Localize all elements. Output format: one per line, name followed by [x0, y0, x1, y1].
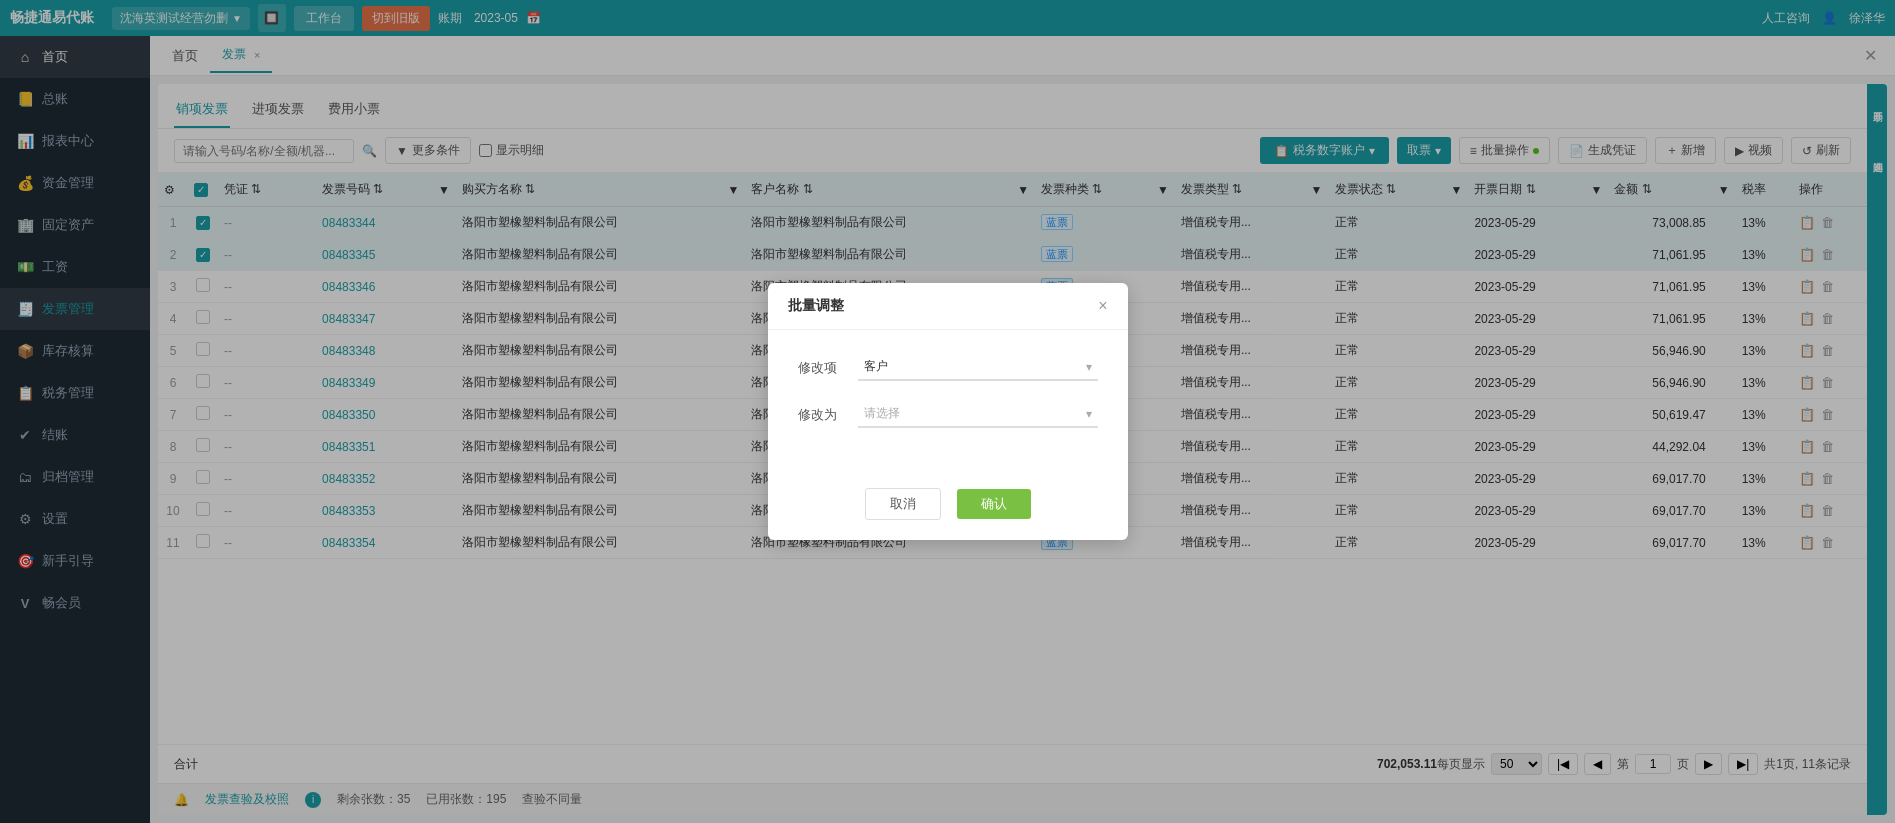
form-row-modify-to: 修改为 请选择 ▾ [798, 401, 1098, 428]
form-row-modify-field: 修改项 客户 ▾ [798, 354, 1098, 381]
batch-adjust-modal: 批量调整 × 修改项 客户 ▾ 修改为 请选择 ▾ [768, 283, 1128, 540]
modify-field-label: 修改项 [798, 359, 858, 377]
modify-field-control: 客户 ▾ [858, 354, 1098, 381]
modal-footer: 取消 确认 [768, 472, 1128, 540]
modal-title: 批量调整 [788, 297, 844, 315]
modify-field-arrow-icon: ▾ [1086, 360, 1092, 374]
modify-to-control: 请选择 ▾ [858, 401, 1098, 428]
modal-close-button[interactable]: × [1098, 297, 1107, 315]
modify-to-select[interactable]: 请选择 ▾ [858, 401, 1098, 427]
confirm-button[interactable]: 确认 [957, 489, 1031, 519]
modify-to-placeholder: 请选择 [864, 405, 900, 422]
modify-field-select[interactable]: 客户 ▾ [858, 354, 1098, 380]
modify-field-value: 客户 [864, 358, 888, 375]
cancel-button[interactable]: 取消 [865, 488, 941, 520]
modify-to-arrow-icon: ▾ [1086, 407, 1092, 421]
modal-header: 批量调整 × [768, 283, 1128, 330]
modify-to-label: 修改为 [798, 406, 858, 424]
modal-overlay: 批量调整 × 修改项 客户 ▾ 修改为 请选择 ▾ [0, 0, 1895, 823]
modal-body: 修改项 客户 ▾ 修改为 请选择 ▾ [768, 330, 1128, 472]
